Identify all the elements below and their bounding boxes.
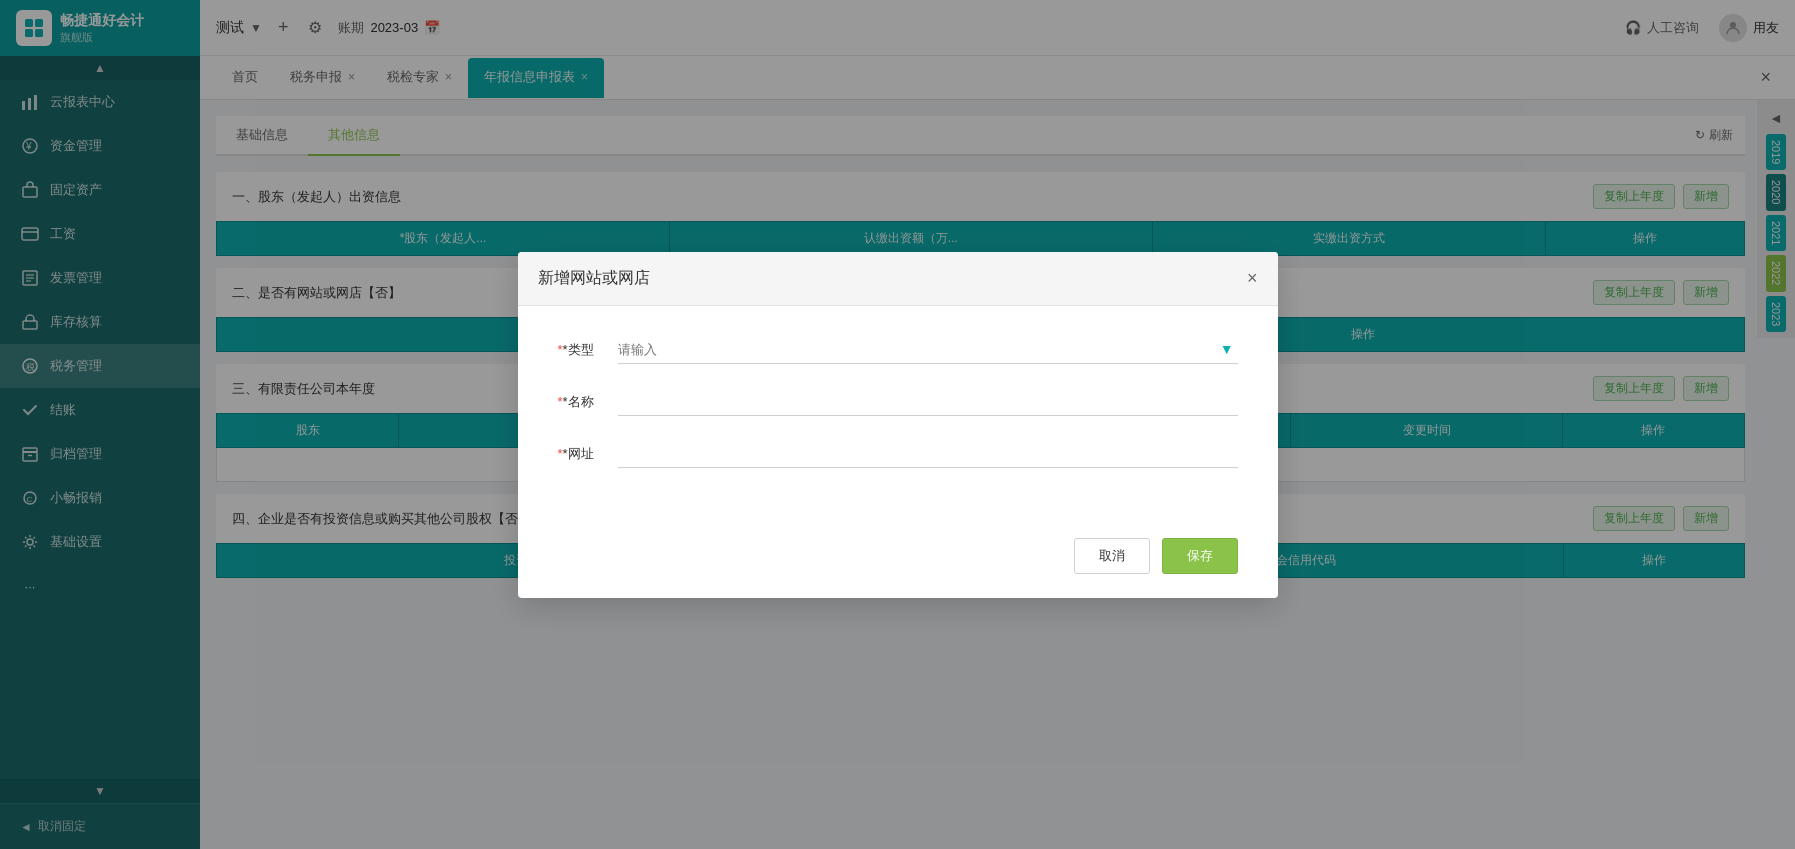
type-select-wrap: ▼ [618, 336, 1238, 364]
type-input[interactable] [618, 336, 1220, 363]
modal-header: 新增网站或网店 × [518, 252, 1278, 306]
modal-body: **类型 ▼ **名称 **网址 [518, 306, 1278, 522]
save-btn[interactable]: 保存 [1162, 538, 1238, 574]
cancel-btn[interactable]: 取消 [1074, 538, 1150, 574]
modal-close-btn[interactable]: × [1247, 269, 1258, 287]
modal-footer: 取消 保存 [518, 522, 1278, 598]
label-type: **类型 [558, 341, 618, 359]
name-input[interactable] [618, 388, 1238, 416]
form-group-name: **名称 [558, 388, 1238, 416]
modal-add-website: 新增网站或网店 × **类型 ▼ **名称 [518, 252, 1278, 598]
label-name: **名称 [558, 393, 618, 411]
form-group-url: **网址 [558, 440, 1238, 468]
type-dropdown-icon[interactable]: ▼ [1220, 341, 1238, 357]
form-group-type: **类型 ▼ [558, 336, 1238, 364]
label-url: **网址 [558, 445, 618, 463]
modal-overlay[interactable]: 新增网站或网店 × **类型 ▼ **名称 [0, 0, 1795, 849]
modal-title: 新增网站或网店 [538, 268, 650, 289]
url-input[interactable] [618, 440, 1238, 468]
